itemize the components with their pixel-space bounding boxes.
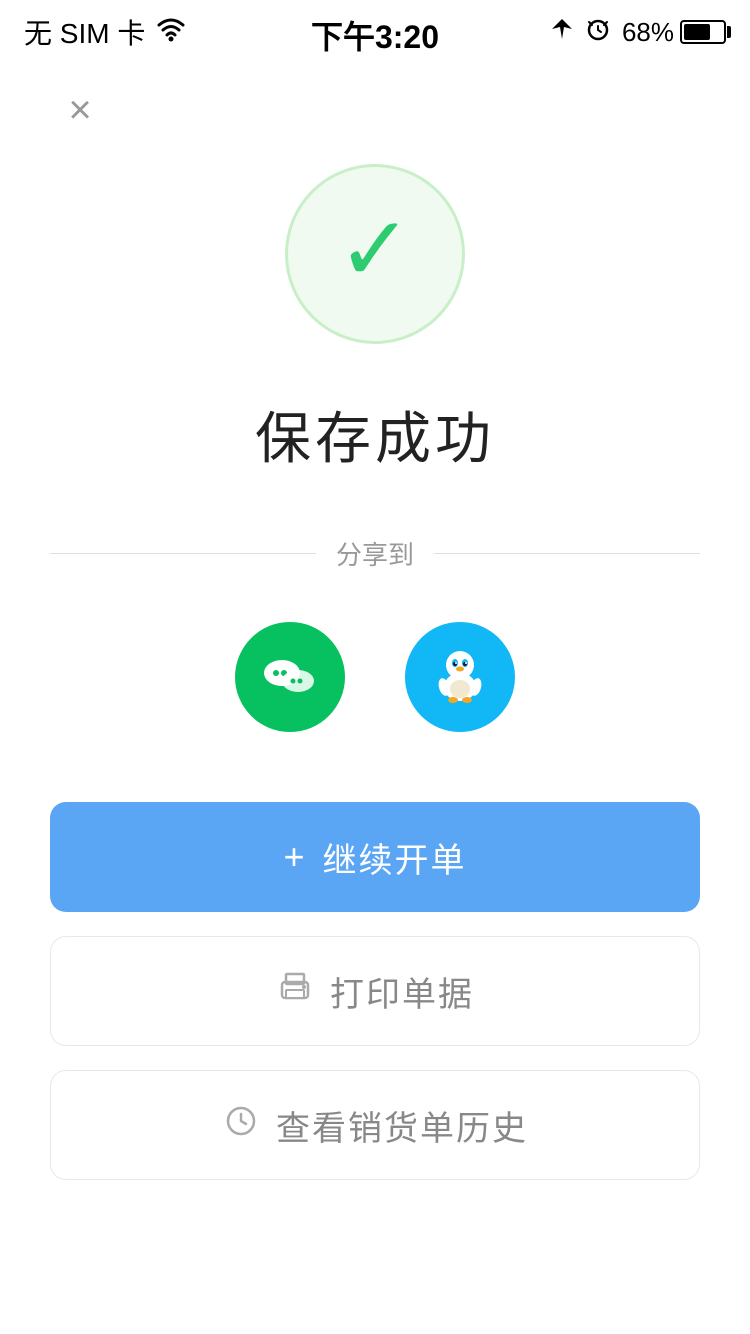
wechat-icon xyxy=(256,643,324,711)
qq-share-button[interactable] xyxy=(405,622,515,732)
status-bar: 无 SIM 卡 下午3:20 xyxy=(0,0,750,64)
checkmark-icon: ✓ xyxy=(337,205,412,295)
battery-icon xyxy=(680,20,726,44)
print-button[interactable]: 打印单据 xyxy=(50,936,700,1046)
wechat-share-button[interactable] xyxy=(235,622,345,732)
history-button[interactable]: 查看销货单历史 xyxy=(50,1070,700,1180)
share-icons xyxy=(235,622,515,732)
print-icon xyxy=(276,968,314,1015)
success-title: 保存成功 xyxy=(255,394,495,475)
battery-percentage: 68% xyxy=(622,17,674,48)
main-content: ✓ 保存成功 分享到 xyxy=(0,64,750,1334)
continue-label: 继续开单 xyxy=(323,833,467,882)
carrier-text: 无 SIM 卡 xyxy=(24,12,145,52)
alarm-icon xyxy=(584,15,612,50)
history-icon xyxy=(222,1102,260,1149)
print-label: 打印单据 xyxy=(330,967,474,1016)
status-right: 68% xyxy=(550,15,726,50)
share-divider: 分享到 xyxy=(50,535,700,572)
divider-right xyxy=(434,553,700,554)
continue-icon: + xyxy=(283,836,306,878)
divider-left xyxy=(50,553,316,554)
battery-indicator: 68% xyxy=(622,17,726,48)
action-buttons: + 继续开单 打印单据 查看销货单历史 xyxy=(50,802,700,1180)
location-icon xyxy=(550,17,574,48)
history-label: 查看销货单历史 xyxy=(276,1101,528,1150)
qq-icon xyxy=(426,643,494,711)
share-label: 分享到 xyxy=(336,535,414,572)
continue-button[interactable]: + 继续开单 xyxy=(50,802,700,912)
status-time: 下午3:20 xyxy=(311,12,439,58)
success-circle: ✓ xyxy=(285,164,465,344)
status-left: 无 SIM 卡 xyxy=(24,12,187,52)
wifi-icon xyxy=(155,13,187,52)
